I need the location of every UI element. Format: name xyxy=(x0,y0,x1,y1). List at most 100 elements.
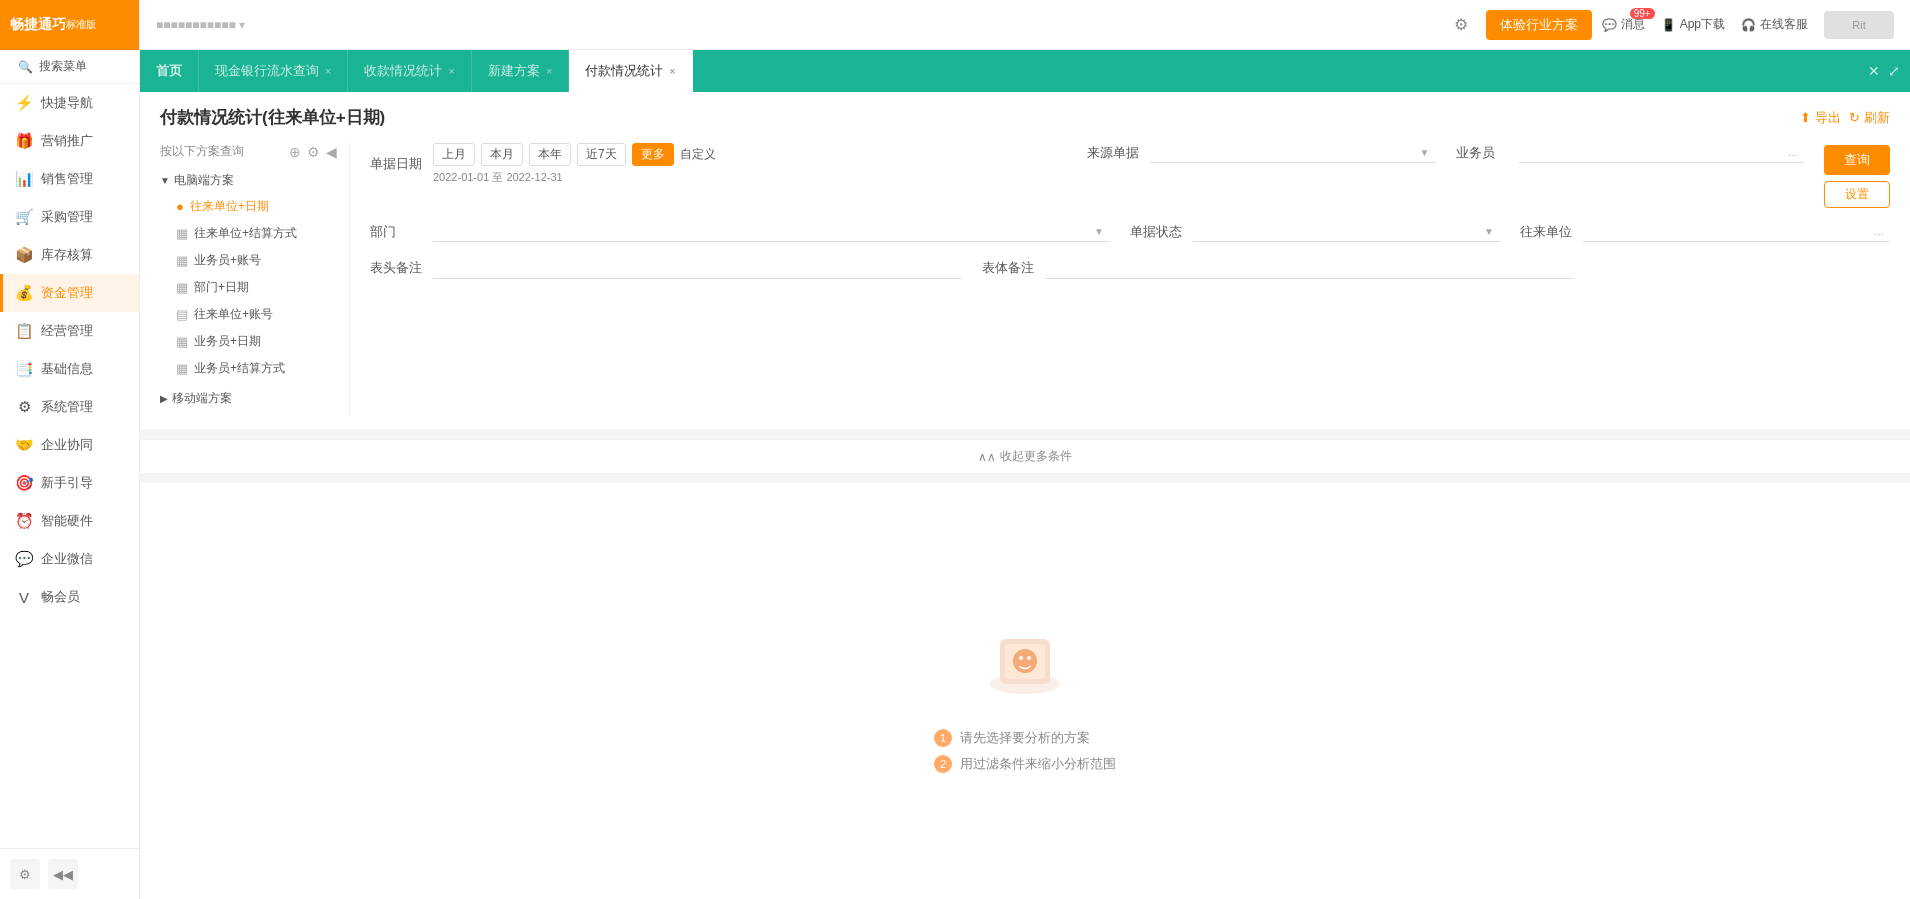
settings-icon[interactable]: ⚙ xyxy=(1446,10,1476,40)
filter-row-3: 表头备注 表体备注 xyxy=(370,256,1890,279)
sidebar-item-system[interactable]: ⚙ 系统管理 xyxy=(0,388,139,426)
add-scheme-btn[interactable]: ⊕ xyxy=(289,144,301,160)
doc-status-field: 单据状态 ▼ xyxy=(1130,222,1500,242)
mobile-section-label: 移动端方案 xyxy=(172,390,232,407)
scheme-unit-date[interactable]: ● 往来单位+日期 xyxy=(160,193,337,220)
purchase-label: 采购管理 xyxy=(41,208,93,226)
scheme-staff-account[interactable]: ▦ 业务员+账号 xyxy=(160,247,337,274)
svg-point-5 xyxy=(1027,656,1031,660)
app-download-btn[interactable]: 📱 App下载 xyxy=(1661,16,1725,33)
scheme-unit-settle[interactable]: ▦ 往来单位+结算方式 xyxy=(160,220,337,247)
export-btn[interactable]: ⬆ 导出 xyxy=(1800,109,1841,127)
tab-new-scheme[interactable]: 新建方案 × xyxy=(472,50,569,92)
sidebar-item-enterprise[interactable]: 🤝 企业协同 xyxy=(0,426,139,464)
search-icon: 🔍 xyxy=(18,60,33,74)
desktop-section-label: 电脑端方案 xyxy=(174,172,234,189)
desktop-arrow-icon: ▼ xyxy=(160,175,170,186)
desktop-section-title[interactable]: ▼ 电脑端方案 xyxy=(160,168,337,193)
collapse-panel-btn[interactable]: ◀ xyxy=(326,144,337,160)
messages-badge: 99+ xyxy=(1630,8,1655,19)
app-logo: 畅捷通巧 标准版 xyxy=(0,0,139,50)
phone-icon: 📱 xyxy=(1661,18,1676,32)
sidebar-item-marketing[interactable]: 🎁 营销推广 xyxy=(0,122,139,160)
user-avatar[interactable]: Rit xyxy=(1824,11,1894,39)
industry-btn[interactable]: 体验行业方案 xyxy=(1486,10,1592,40)
enterprise-label: 企业协同 xyxy=(41,436,93,454)
sidebar-item-search[interactable]: 🔍 搜索菜单 xyxy=(0,50,139,84)
dept-label: 部门 xyxy=(370,223,425,241)
tip-1-num: 1 xyxy=(934,729,952,747)
sidebar: 畅捷通巧 标准版 🔍 搜索菜单 ⚡ 快捷导航 🎁 营销推广 📊 销售管理 🛒 采… xyxy=(0,0,140,899)
sidebar-item-vip[interactable]: V 畅会员 xyxy=(0,578,139,616)
filter-settings-btn[interactable]: 设置 xyxy=(1824,181,1890,208)
tab-new-scheme-close[interactable]: × xyxy=(546,65,552,77)
system-icon: ⚙ xyxy=(15,398,33,416)
counterpart-label: 往来单位 xyxy=(1520,223,1575,241)
messages-btn[interactable]: 💬 消息 99+ xyxy=(1602,16,1645,33)
scheme-dept-date[interactable]: ▦ 部门+日期 xyxy=(160,274,337,301)
source-select[interactable]: ▼ xyxy=(1150,143,1436,163)
tab-bank-close[interactable]: × xyxy=(325,65,331,77)
mobile-section-title[interactable]: ▶ 移动端方案 xyxy=(160,386,337,411)
maximize-btn[interactable]: ⤢ xyxy=(1888,63,1900,79)
tab-payment[interactable]: 付款情况统计 × xyxy=(569,50,692,92)
refresh-icon: ↻ xyxy=(1849,110,1860,125)
body-note-input[interactable] xyxy=(1045,256,1574,279)
filter-row-1: 单据日期 上月 本月 本年 近7天 更多 自定义 20 xyxy=(370,143,1890,208)
tab-home[interactable]: 首页 xyxy=(140,50,199,92)
date-last-7days[interactable]: 近7天 xyxy=(577,143,626,166)
desktop-schemes-section: ▼ 电脑端方案 ● 往来单位+日期 ▦ 往来单位+结算方式 ▦ xyxy=(160,168,337,382)
query-btn-group: 查询 设置 xyxy=(1824,145,1890,208)
sidebar-item-quicknav[interactable]: ⚡ 快捷导航 xyxy=(0,84,139,122)
sidebar-item-wechat[interactable]: 💬 企业微信 xyxy=(0,540,139,578)
sidebar-settings-btn[interactable]: ⚙ xyxy=(10,859,40,889)
online-service-btn[interactable]: 🎧 在线客服 xyxy=(1741,16,1808,33)
scheme-staff-date[interactable]: ▦ 业务员+日期 xyxy=(160,328,337,355)
scheme-settings-btn[interactable]: ⚙ xyxy=(307,144,320,160)
header-note-input[interactable] xyxy=(433,256,962,279)
sidebar-item-purchase[interactable]: 🛒 采购管理 xyxy=(0,198,139,236)
date-more-btn[interactable]: 更多 xyxy=(632,143,674,166)
scheme-unit-account[interactable]: ▤ 往来单位+账号 xyxy=(160,301,337,328)
filter-area: 付款情况统计(往来单位+日期) ⬆ 导出 ↻ 刷新 xyxy=(140,92,1910,429)
collapse-conditions-btn[interactable]: ∧∧ 收起更多条件 xyxy=(140,439,1910,473)
dept-field: 部门 ▼ xyxy=(370,222,1110,242)
date-label: 单据日期 xyxy=(370,155,425,173)
scheme-icon-3: ▦ xyxy=(176,280,188,295)
scheme-staff-account-label: 业务员+账号 xyxy=(194,252,261,269)
dept-select[interactable]: ▼ xyxy=(433,222,1110,242)
query-btn[interactable]: 查询 xyxy=(1824,145,1890,175)
scheme-staff-date-label: 业务员+日期 xyxy=(194,333,261,350)
close-window-btn[interactable]: ✕ xyxy=(1868,63,1880,79)
tab-receipt[interactable]: 收款情况统计 × xyxy=(348,50,471,92)
counterpart-select[interactable]: … xyxy=(1583,222,1890,242)
sidebar-item-funds[interactable]: 💰 资金管理 xyxy=(0,274,139,312)
guide-label: 新手引导 xyxy=(41,474,93,492)
tab-payment-close[interactable]: × xyxy=(669,65,675,77)
tab-receipt-label: 收款情况统计 xyxy=(364,62,442,80)
topbar: ■■■■■■■■■■■ ▾ ⚙ 体验行业方案 💬 消息 99+ 📱 App下载 … xyxy=(140,0,1910,50)
sidebar-item-sales[interactable]: 📊 销售管理 xyxy=(0,160,139,198)
mobile-schemes-section: ▶ 移动端方案 xyxy=(160,386,337,411)
sidebar-bottom: ⚙ ◀◀ xyxy=(0,848,139,899)
date-last-month[interactable]: 上月 xyxy=(433,143,475,166)
scheme-staff-settle[interactable]: ▦ 业务员+结算方式 xyxy=(160,355,337,382)
sidebar-item-guide[interactable]: 🎯 新手引导 xyxy=(0,464,139,502)
date-this-month[interactable]: 本月 xyxy=(481,143,523,166)
tab-receipt-close[interactable]: × xyxy=(448,65,454,77)
sidebar-item-hardware[interactable]: ⏰ 智能硬件 xyxy=(0,502,139,540)
custom-label[interactable]: 自定义 xyxy=(680,146,716,163)
tabbar: 首页 现金银行流水查询 × 收款情况统计 × 新建方案 × 付款情况统计 × ✕… xyxy=(140,50,1910,92)
hardware-icon: ⏰ xyxy=(15,512,33,530)
tab-bank[interactable]: 现金银行流水查询 × xyxy=(199,50,348,92)
date-this-year[interactable]: 本年 xyxy=(529,143,571,166)
sidebar-collapse-btn[interactable]: ◀◀ xyxy=(48,859,78,889)
staff-select[interactable]: … xyxy=(1519,143,1805,163)
filter-row-2: 部门 ▼ 单据状态 ▼ xyxy=(370,222,1890,242)
body-note-field: 表体备注 xyxy=(982,256,1574,279)
sidebar-item-inventory[interactable]: 📦 库存核算 xyxy=(0,236,139,274)
sidebar-item-operations[interactable]: 📋 经营管理 xyxy=(0,312,139,350)
refresh-btn[interactable]: ↻ 刷新 xyxy=(1849,109,1890,127)
doc-status-select[interactable]: ▼ xyxy=(1193,222,1500,242)
sidebar-item-basic[interactable]: 📑 基础信息 xyxy=(0,350,139,388)
